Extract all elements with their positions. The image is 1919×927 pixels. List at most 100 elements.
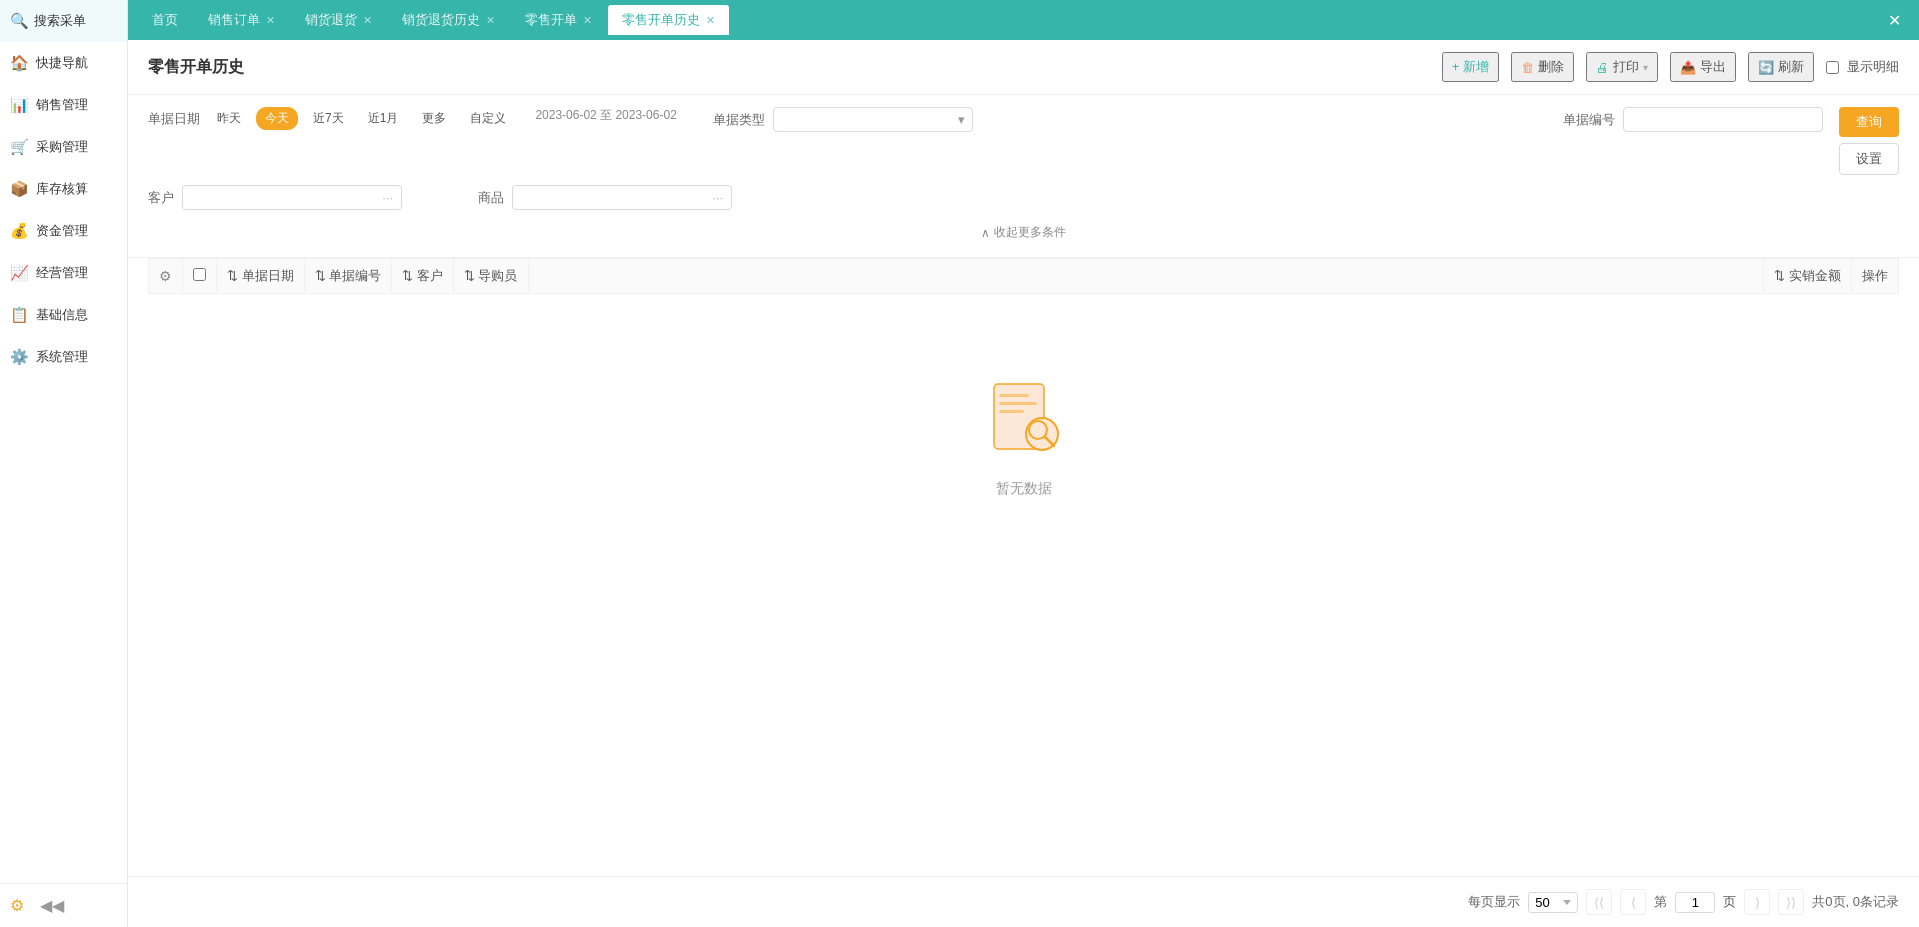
th-guide-label: ⇅ 导购员: [464, 268, 518, 283]
basic-info-icon: 📋: [10, 306, 28, 324]
settings-button[interactable]: 设置: [1839, 143, 1899, 175]
page-size-label: 每页显示: [1468, 893, 1520, 911]
next-page-button[interactable]: ⟩: [1744, 889, 1770, 915]
collapse-button[interactable]: ∧ 收起更多条件: [969, 220, 1078, 245]
first-page-button[interactable]: ⟨⟨: [1586, 889, 1612, 915]
tab-sales-return-history[interactable]: 销货退货历史 ✕: [388, 5, 509, 35]
display-detail-label: 显示明细: [1847, 58, 1899, 76]
delete-button[interactable]: 🗑 删除: [1511, 52, 1574, 82]
goods-more-icon[interactable]: ···: [712, 190, 723, 205]
table-column-settings-icon[interactable]: ⚙: [159, 268, 172, 284]
tab-retail-open[interactable]: 零售开单 ✕: [511, 5, 606, 35]
inventory-icon: 📦: [10, 180, 28, 198]
delete-icon: 🗑: [1521, 60, 1534, 75]
filter-area: 单据日期 昨天 今天 近7天 近1月 更多 自定义 2023-06-02 至 2…: [128, 95, 1919, 258]
filter-date-field: 单据日期 昨天 今天 近7天 近1月 更多 自定义: [148, 107, 515, 130]
tab-sales-return-label: 销货退货: [305, 11, 357, 29]
empty-row: 暂无数据: [149, 294, 1899, 579]
export-button[interactable]: 📤 导出: [1670, 52, 1736, 82]
date-custom-btn[interactable]: 自定义: [461, 107, 515, 130]
query-button-label: 查询: [1856, 114, 1882, 129]
add-button-label: + 新增: [1452, 58, 1489, 76]
sidebar-item-label: 经营管理: [36, 264, 88, 282]
goods-label: 商品: [478, 189, 504, 207]
tab-retail-open-history-close[interactable]: ✕: [706, 14, 715, 27]
th-doc-date-label: ⇅ 单据日期: [227, 268, 294, 283]
th-customer-label: ⇅ 客户: [402, 268, 443, 283]
sidebar-item-basic-info[interactable]: 📋 基础信息: [0, 294, 127, 336]
filter-doc-number-field: 单据编号: [1563, 107, 1823, 132]
customer-input[interactable]: ···: [182, 185, 402, 210]
empty-illustration: [974, 374, 1074, 464]
th-customer[interactable]: ⇅ 客户: [392, 259, 454, 294]
prev-page-button[interactable]: ⟨: [1620, 889, 1646, 915]
table-checkbox-th: [183, 259, 217, 294]
display-detail-checkbox[interactable]: [1826, 61, 1839, 74]
tab-sales-order-close[interactable]: ✕: [266, 14, 275, 27]
sidebar-item-operations-mgmt[interactable]: 📈 经营管理: [0, 252, 127, 294]
date-yesterday-btn[interactable]: 昨天: [208, 107, 250, 130]
customer-more-icon[interactable]: ···: [382, 190, 393, 205]
th-doc-date[interactable]: ⇅ 单据日期: [217, 259, 305, 294]
date-1month-btn[interactable]: 近1月: [359, 107, 408, 130]
sidebar-item-inventory-mgmt[interactable]: 📦 库存核算: [0, 168, 127, 210]
sidebar-item-quick-nav[interactable]: 🏠 快捷导航: [0, 42, 127, 84]
doc-number-input[interactable]: [1623, 107, 1823, 132]
display-detail-toggle[interactable]: 显示明细: [1826, 58, 1899, 76]
page-content: 零售开单历史 + 新增 🗑 删除 🖨 打印 ▾ 📤 导出: [128, 40, 1919, 927]
tab-sales-return-history-close[interactable]: ✕: [486, 14, 495, 27]
add-button[interactable]: + 新增: [1442, 52, 1499, 82]
print-icon: 🖨: [1596, 60, 1609, 75]
th-guide[interactable]: ⇅ 导购员: [453, 259, 528, 294]
goods-input[interactable]: ···: [512, 185, 732, 210]
sidebar-search[interactable]: 🔍 搜索采单: [0, 0, 127, 42]
filter-goods-field: 商品 ···: [478, 185, 732, 210]
page-size-select[interactable]: 50 100 200: [1528, 892, 1578, 913]
operations-icon: 📈: [10, 264, 28, 282]
page-total: 共0页, 0条记录: [1812, 893, 1899, 911]
table-body: 暂无数据: [149, 294, 1899, 579]
doc-type-select[interactable]: [773, 107, 973, 132]
sidebar-item-system-mgmt[interactable]: ⚙️ 系统管理: [0, 336, 127, 378]
query-button[interactable]: 查询: [1839, 107, 1899, 137]
tab-sales-return[interactable]: 销货退货 ✕: [291, 5, 386, 35]
tab-sales-order-label: 销售订单: [208, 11, 260, 29]
doc-number-label: 单据编号: [1563, 111, 1615, 129]
filter-doc-type-field: 单据类型: [713, 107, 1527, 132]
tab-retail-open-close[interactable]: ✕: [583, 14, 592, 27]
date-7days-btn[interactable]: 近7天: [304, 107, 353, 130]
th-doc-number[interactable]: ⇅ 单据编号: [304, 259, 392, 294]
refresh-button[interactable]: 🔄 刷新: [1748, 52, 1814, 82]
print-button[interactable]: 🖨 打印 ▾: [1586, 52, 1658, 82]
th-doc-number-label: ⇅ 单据编号: [315, 268, 382, 283]
sidebar-search-label: 搜索采单: [34, 12, 86, 30]
settings-footer-icon[interactable]: ⚙: [10, 896, 24, 915]
empty-cell: 暂无数据: [149, 294, 1899, 579]
table-select-all-checkbox[interactable]: [193, 268, 206, 281]
sidebar-footer: ⚙ ◀◀: [0, 883, 127, 927]
page-number-input[interactable]: [1675, 892, 1715, 913]
sidebar-item-finance-mgmt[interactable]: 💰 资金管理: [0, 210, 127, 252]
tab-retail-open-history-label: 零售开单历史: [622, 11, 700, 29]
settings-button-label: 设置: [1856, 151, 1882, 166]
collapse-row: ∧ 收起更多条件: [148, 220, 1899, 245]
table-settings-th: ⚙: [149, 259, 183, 294]
sidebar-item-label: 销售管理: [36, 96, 88, 114]
tab-retail-open-history[interactable]: 零售开单历史 ✕: [608, 5, 729, 35]
tab-home[interactable]: 首页: [138, 5, 192, 35]
delete-button-label: 删除: [1538, 58, 1564, 76]
empty-state: 暂无数据: [149, 294, 1899, 578]
sidebar-item-sales-mgmt[interactable]: 📊 销售管理: [0, 84, 127, 126]
side-buttons: 查询 设置: [1839, 107, 1899, 175]
svg-rect-1: [999, 394, 1029, 397]
collapse-chevron-icon: ∧: [981, 226, 990, 240]
window-close-button[interactable]: ✕: [1880, 7, 1909, 34]
collapse-footer-icon[interactable]: ◀◀: [40, 896, 64, 915]
date-more-btn[interactable]: 更多: [413, 107, 455, 130]
date-today-btn[interactable]: 今天: [256, 107, 298, 130]
tab-sales-return-close[interactable]: ✕: [363, 14, 372, 27]
tab-sales-order[interactable]: 销售订单 ✕: [194, 5, 289, 35]
last-page-button[interactable]: ⟩⟩: [1778, 889, 1804, 915]
th-actual-amount[interactable]: ⇅ 实销金额: [1764, 259, 1852, 294]
sidebar-item-purchase-mgmt[interactable]: 🛒 采购管理: [0, 126, 127, 168]
